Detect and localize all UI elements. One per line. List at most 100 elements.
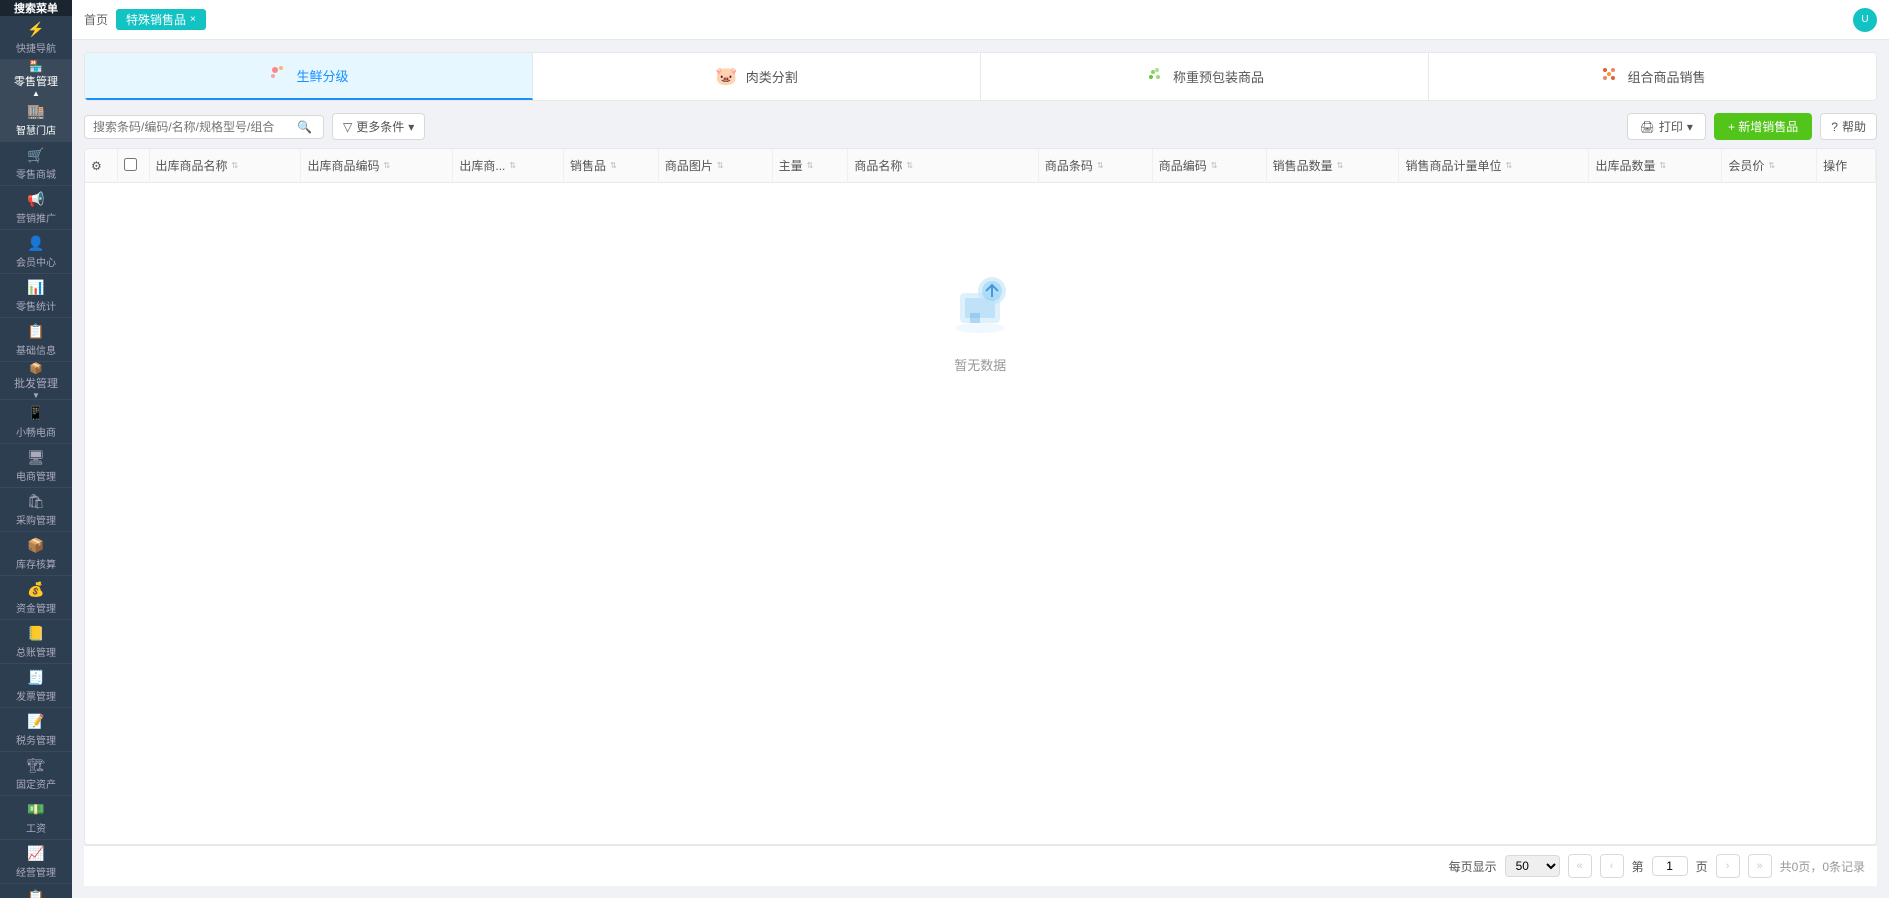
- smart-store-label: 智慧门店: [16, 122, 56, 137]
- invoice-mgmt-label: 发票管理: [16, 688, 56, 703]
- tab-meat-cut[interactable]: 🐷 肉类分割: [533, 53, 981, 100]
- th-member-price: 会员价 ⇅: [1722, 149, 1817, 183]
- add-sales-item-button[interactable]: + 新增销售品: [1714, 113, 1812, 140]
- page-size-select[interactable]: 50 10 20 100: [1505, 855, 1560, 877]
- help-icon: ?: [1831, 120, 1838, 134]
- fixed-assets-label: 固定资产: [16, 776, 56, 791]
- th-product-barcode: 商品条码 ⇅: [1038, 149, 1152, 183]
- retail-mgmt-label: 零售管理: [14, 73, 58, 89]
- sidebar-item-smart-store[interactable]: 🏬 智慧门店: [0, 98, 72, 142]
- search-box[interactable]: 🔍: [84, 115, 324, 139]
- sidebar-item-ecom-mgmt[interactable]: 🖥 电商管理: [0, 444, 72, 488]
- purchase-mgmt-icon: 🛍: [27, 493, 45, 510]
- wholesale-mgmt-arrow: ▼: [32, 391, 40, 400]
- sidebar-item-invoice-mgmt[interactable]: 🧾 发票管理: [0, 664, 72, 708]
- sort-icon[interactable]: ⇅: [717, 161, 724, 170]
- sort-icon[interactable]: ⇅: [1337, 161, 1344, 170]
- main-area: 首页 特殊销售品 × U 生鲜分级: [72, 0, 1889, 898]
- tab-combo-sale[interactable]: 组合商品销售: [1429, 53, 1876, 100]
- last-page-button[interactable]: »: [1748, 854, 1772, 878]
- combo-sale-icon: [1599, 64, 1619, 89]
- sort-icon[interactable]: ⇅: [232, 161, 239, 170]
- sidebar-item-general-ledger[interactable]: 📒 总账管理: [0, 620, 72, 664]
- sidebar-item-wholesale-mgmt[interactable]: 📦 批发管理 ▼: [0, 362, 72, 400]
- toolbar-right: 🖨 打印 ▾ + 新增销售品 ? 帮助: [1627, 113, 1877, 140]
- sidebar-item-inventory[interactable]: 📦 库存核算: [0, 532, 72, 576]
- th-product-name: 商品名称 ⇅: [848, 149, 1038, 183]
- ops-mgmt-label: 经营管理: [16, 864, 56, 879]
- filter-icon: ▽: [343, 120, 352, 134]
- help-button[interactable]: ? 帮助: [1820, 113, 1877, 140]
- sales-promo-icon: 📢: [27, 191, 44, 208]
- general-ledger-icon: 📒: [27, 625, 44, 642]
- filter-arrow-icon: ▾: [408, 120, 414, 134]
- sidebar-item-basic-info2[interactable]: 📋 基础信息: [0, 884, 72, 898]
- table-header-row: ⚙ 出库商品名称 ⇅ 出库商: [85, 149, 1876, 183]
- general-ledger-label: 总账管理: [16, 644, 56, 659]
- active-nav-tag[interactable]: 特殊销售品 ×: [116, 9, 206, 30]
- sort-icon[interactable]: ⇅: [1768, 161, 1775, 170]
- th-checkbox[interactable]: [117, 149, 149, 183]
- prev-page-button[interactable]: ‹: [1600, 854, 1624, 878]
- top-right-area: U: [1853, 8, 1877, 32]
- sort-icon[interactable]: ⇅: [610, 161, 617, 170]
- filter-label: 更多条件: [356, 118, 404, 135]
- sort-icon[interactable]: ⇅: [383, 161, 390, 170]
- finance-label: 资金管理: [16, 600, 56, 615]
- sort-icon[interactable]: ⇅: [807, 161, 814, 170]
- sort-icon[interactable]: ⇅: [1660, 161, 1667, 170]
- th-settings[interactable]: ⚙: [85, 149, 117, 183]
- close-tab-icon[interactable]: ×: [190, 14, 196, 25]
- sort-icon[interactable]: ⇅: [1505, 161, 1512, 170]
- filter-button[interactable]: ▽ 更多条件 ▾: [332, 113, 425, 140]
- page-number-input[interactable]: [1652, 856, 1688, 876]
- sidebar-item-wages[interactable]: 💵 工资: [0, 796, 72, 840]
- th-outbound-qty: 出库品数量 ⇅: [1589, 149, 1722, 183]
- print-button[interactable]: 🖨 打印 ▾: [1627, 113, 1706, 140]
- sidebar-item-retail-mgmt[interactable]: 🏪 零售管理 ▲: [0, 60, 72, 98]
- sort-icon[interactable]: ⇅: [906, 161, 913, 170]
- select-all-checkbox[interactable]: [124, 158, 137, 171]
- print-icon: 🖨: [1640, 120, 1655, 134]
- tab-weigh-pack[interactable]: 称重预包装商品: [981, 53, 1429, 100]
- toolbar: 🔍 ▽ 更多条件 ▾ 🖨 打印 ▾ + 新增销售品 ? 帮助: [84, 113, 1877, 140]
- sidebar-item-basic-info[interactable]: 📋 基础信息: [0, 318, 72, 362]
- next-page-button[interactable]: ›: [1716, 854, 1740, 878]
- sidebar-item-mini-ecom[interactable]: 📱 小畅电商: [0, 400, 72, 444]
- sidebar-logo[interactable]: 搜索菜单: [0, 0, 72, 16]
- tab-fresh-grade[interactable]: 生鲜分级: [85, 53, 533, 100]
- sort-icon[interactable]: ⇅: [1211, 161, 1218, 170]
- page-label: 第: [1632, 858, 1644, 875]
- empty-state: 暂无数据: [85, 183, 1876, 454]
- wholesale-mgmt-icon: 📦: [29, 362, 43, 375]
- sidebar-item-retail-stats[interactable]: 📊 零售统计: [0, 274, 72, 318]
- add-label: + 新增销售品: [1728, 118, 1798, 135]
- sidebar-item-ops-mgmt[interactable]: 📈 经营管理: [0, 840, 72, 884]
- sidebar-item-retail-mall[interactable]: 🛒 零售商城: [0, 142, 72, 186]
- sort-icon[interactable]: ⇅: [1097, 161, 1104, 170]
- th-sales-unit: 销售商品计量单位 ⇅: [1399, 149, 1589, 183]
- sidebar-item-finance[interactable]: 💰 资金管理: [0, 576, 72, 620]
- page-content: 生鲜分级 🐷 肉类分割 称重预包装商品: [72, 40, 1889, 898]
- invoice-mgmt-icon: 🧾: [27, 669, 44, 686]
- sidebar-logo-text: 搜索菜单: [14, 0, 58, 16]
- sidebar-item-sales-promo[interactable]: 📢 营销推广: [0, 186, 72, 230]
- page-size-label: 每页显示: [1449, 858, 1497, 875]
- sidebar-item-fixed-assets[interactable]: 🏗 固定资产: [0, 752, 72, 796]
- search-icon[interactable]: 🔍: [297, 120, 312, 134]
- search-input[interactable]: [93, 120, 293, 134]
- sidebar-item-purchase-mgmt[interactable]: 🛍 采购管理: [0, 488, 72, 532]
- combo-sale-label: 组合商品销售: [1627, 67, 1705, 86]
- meat-cut-label: 肉类分割: [746, 67, 798, 86]
- sidebar-item-member-center[interactable]: 👤 会员中心: [0, 230, 72, 274]
- th-main-weight: 主量 ⇅: [772, 149, 848, 183]
- th-sales-item: 销售品 ⇅: [564, 149, 659, 183]
- active-tab-label: 特殊销售品: [126, 11, 186, 28]
- page-unit: 页: [1696, 858, 1708, 875]
- sidebar-item-quick-nav[interactable]: ⚡ 快捷导航: [0, 16, 72, 60]
- home-breadcrumb[interactable]: 首页: [84, 11, 108, 28]
- retail-stats-label: 零售统计: [16, 298, 56, 313]
- sidebar-item-tax-mgmt[interactable]: 📝 税务管理: [0, 708, 72, 752]
- sort-icon[interactable]: ⇅: [509, 161, 516, 170]
- first-page-button[interactable]: «: [1568, 854, 1592, 878]
